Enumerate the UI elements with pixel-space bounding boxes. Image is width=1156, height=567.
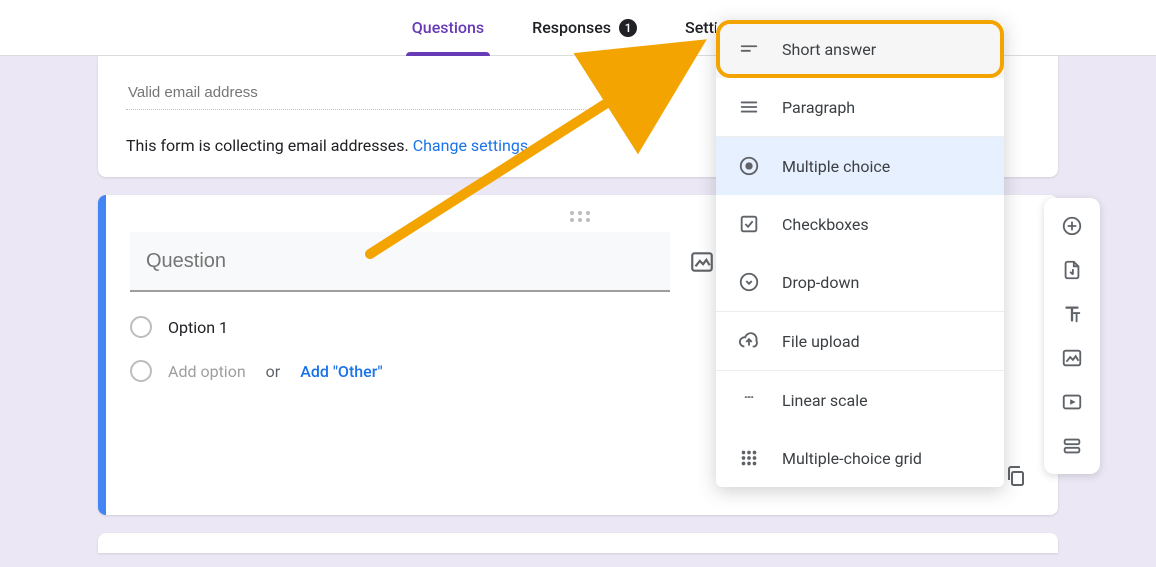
change-settings-link[interactable]: Change settings xyxy=(413,136,528,155)
add-other-button[interactable]: Add "Other" xyxy=(300,362,382,381)
type-file-upload[interactable]: File upload xyxy=(716,312,1004,370)
add-image-button[interactable] xyxy=(688,248,716,276)
tab-responses-label: Responses xyxy=(532,18,611,37)
question-type-dropdown: Short answer Paragraph Multiple choice C… xyxy=(716,20,1004,487)
dropdown-icon xyxy=(738,271,760,293)
next-card-peek xyxy=(98,533,1058,553)
section-icon xyxy=(1061,435,1083,457)
video-icon xyxy=(1061,391,1083,413)
option-1-label: Option 1 xyxy=(168,318,228,337)
linear-scale-icon xyxy=(738,389,760,411)
type-checkboxes-label: Checkboxes xyxy=(782,215,869,234)
type-linear-scale[interactable]: Linear scale xyxy=(716,371,1004,429)
type-file-upload-label: File upload xyxy=(782,332,860,351)
type-mc-grid[interactable]: Multiple-choice grid xyxy=(716,429,1004,487)
add-video-button[interactable] xyxy=(1052,382,1092,422)
duplicate-button[interactable] xyxy=(1002,462,1030,490)
type-short-answer-label: Short answer xyxy=(782,40,876,59)
add-image-button-toolbar[interactable] xyxy=(1052,338,1092,378)
responses-count-badge: 1 xyxy=(619,19,637,37)
or-label: or xyxy=(266,362,281,381)
type-dropdown[interactable]: Drop-down xyxy=(716,253,1004,311)
import-questions-button[interactable] xyxy=(1052,250,1092,290)
tab-questions[interactable]: Questions xyxy=(408,0,488,55)
type-linear-scale-label: Linear scale xyxy=(782,391,868,410)
type-checkboxes[interactable]: Checkboxes xyxy=(716,195,1004,253)
cloud-upload-icon xyxy=(738,330,760,352)
radio-icon xyxy=(130,316,152,338)
floating-toolbar xyxy=(1044,198,1100,474)
email-input xyxy=(126,78,586,110)
add-option-button[interactable]: Add option xyxy=(168,362,246,381)
tab-questions-label: Questions xyxy=(412,18,484,37)
email-note-text: This form is collecting email addresses. xyxy=(126,136,413,155)
type-short-answer[interactable]: Short answer xyxy=(716,20,1004,78)
type-multiple-choice[interactable]: Multiple choice xyxy=(716,137,1004,195)
type-mc-grid-label: Multiple-choice grid xyxy=(782,449,922,468)
question-title-input[interactable] xyxy=(130,232,670,292)
image-icon xyxy=(689,249,715,275)
image-icon xyxy=(1061,347,1083,369)
add-section-button[interactable] xyxy=(1052,426,1092,466)
radio-checked-icon xyxy=(738,155,760,177)
text-icon xyxy=(1061,303,1083,325)
type-paragraph[interactable]: Paragraph xyxy=(716,78,1004,136)
radio-icon xyxy=(130,360,152,382)
type-multiple-choice-label: Multiple choice xyxy=(782,157,890,176)
type-dropdown-label: Drop-down xyxy=(782,273,859,292)
grid-dots-icon xyxy=(738,447,760,469)
copy-icon xyxy=(1004,464,1028,488)
type-paragraph-label: Paragraph xyxy=(782,98,855,117)
paragraph-icon xyxy=(738,96,760,118)
add-question-button[interactable] xyxy=(1052,206,1092,246)
tab-responses[interactable]: Responses 1 xyxy=(528,0,641,55)
import-file-icon xyxy=(1061,259,1083,281)
checkbox-icon xyxy=(738,213,760,235)
short-answer-icon xyxy=(738,38,760,60)
add-title-button[interactable] xyxy=(1052,294,1092,334)
plus-circle-icon xyxy=(1061,215,1083,237)
